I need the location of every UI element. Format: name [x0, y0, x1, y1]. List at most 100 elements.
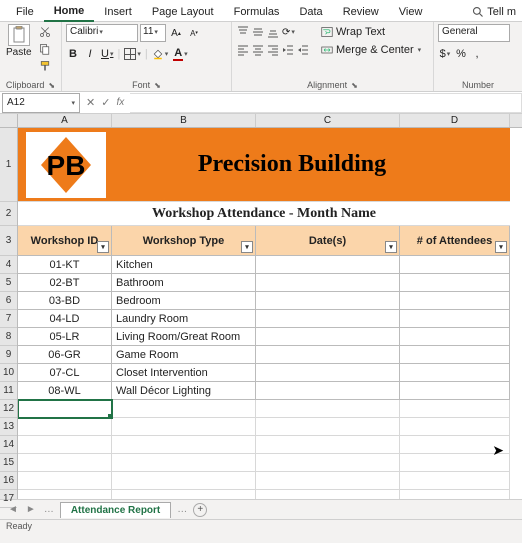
table-cell-attendees[interactable] [400, 346, 510, 364]
table-header-attendees[interactable]: # of Attendees [400, 226, 510, 256]
table-cell-id[interactable]: 08-WL [18, 382, 112, 400]
font-color-button[interactable]: A▾ [172, 46, 188, 62]
table-cell-type[interactable]: Game Room [112, 346, 256, 364]
increase-indent-button[interactable] [296, 42, 310, 58]
sheet-menu-button[interactable]: … [175, 504, 189, 515]
underline-button[interactable]: U▾ [100, 46, 114, 62]
table-cell-attendees[interactable] [400, 274, 510, 292]
cell[interactable] [400, 454, 510, 472]
enter-formula-icon[interactable]: ✓ [101, 96, 110, 109]
align-bottom-button[interactable] [266, 24, 280, 40]
cell[interactable] [112, 436, 256, 454]
row-header[interactable]: 15 [0, 454, 17, 472]
cell[interactable] [256, 454, 400, 472]
table-cell-type[interactable]: Kitchen [112, 256, 256, 274]
column-header[interactable]: C [256, 114, 400, 127]
alignment-launcher-icon[interactable]: ⬊ [351, 81, 358, 90]
font-name-select[interactable]: Calibri▾ [66, 24, 138, 42]
sheet-tab-attendance[interactable]: Attendance Report [60, 502, 171, 518]
tell-me-search[interactable]: Tell m [472, 6, 516, 18]
filter-button[interactable] [241, 241, 253, 253]
cell[interactable] [112, 472, 256, 490]
decrease-font-button[interactable]: A▾ [186, 25, 202, 41]
orientation-button[interactable]: ⟳▾ [281, 24, 296, 40]
row-header[interactable]: 3 [0, 226, 17, 256]
tab-formulas[interactable]: Formulas [224, 3, 290, 21]
cell[interactable] [256, 490, 400, 499]
table-cell-type[interactable]: Wall Décor Lighting [112, 382, 256, 400]
table-cell-id[interactable]: 05-LR [18, 328, 112, 346]
sheet-list-button[interactable]: … [42, 504, 56, 515]
row-header[interactable]: 11 [0, 382, 17, 400]
cancel-formula-icon[interactable]: ✕ [86, 96, 95, 109]
prev-sheet-button[interactable]: ◄ [6, 504, 20, 515]
cell[interactable] [18, 472, 112, 490]
tab-data[interactable]: Data [289, 3, 332, 21]
copy-button[interactable] [38, 41, 52, 57]
wrap-text-button[interactable]: Wrap Text [318, 24, 424, 40]
cut-button[interactable] [38, 24, 52, 40]
cell[interactable] [18, 490, 112, 499]
next-sheet-button[interactable]: ► [24, 504, 38, 515]
table-cell-id[interactable]: 02-BT [18, 274, 112, 292]
paste-button[interactable]: Paste [4, 24, 34, 58]
cell[interactable] [18, 436, 112, 454]
banner-cell[interactable]: PB Precision Building [18, 128, 510, 202]
filter-button[interactable] [495, 241, 507, 253]
cell[interactable] [256, 418, 400, 436]
align-top-button[interactable] [236, 24, 250, 40]
table-cell-type[interactable]: Closet Intervention [112, 364, 256, 382]
increase-font-button[interactable]: A▴ [168, 25, 184, 41]
italic-button[interactable]: I [83, 46, 97, 62]
cell[interactable] [256, 400, 400, 418]
filter-button[interactable] [385, 241, 397, 253]
table-header-id[interactable]: Workshop ID [18, 226, 112, 256]
table-cell-attendees[interactable] [400, 328, 510, 346]
row-header[interactable]: 13 [0, 418, 17, 436]
align-left-button[interactable] [236, 42, 250, 58]
row-header[interactable]: 7 [0, 310, 17, 328]
number-format-select[interactable]: General [438, 24, 510, 42]
cell[interactable] [400, 490, 510, 499]
table-cell-id[interactable]: 04-LD [18, 310, 112, 328]
accounting-format-button[interactable]: $▾ [438, 46, 452, 62]
table-cell-id[interactable]: 06-GR [18, 346, 112, 364]
row-header[interactable]: 6 [0, 292, 17, 310]
tab-page-layout[interactable]: Page Layout [142, 3, 224, 21]
table-cell-attendees[interactable] [400, 382, 510, 400]
merge-center-button[interactable]: Merge & Center ▾ [318, 42, 424, 58]
cell[interactable] [112, 400, 256, 418]
cell[interactable] [256, 472, 400, 490]
table-cell-dates[interactable] [256, 292, 400, 310]
table-cell-dates[interactable] [256, 256, 400, 274]
row-header[interactable]: 4 [0, 256, 17, 274]
tab-file[interactable]: File [6, 3, 44, 21]
comma-format-button[interactable]: , [470, 46, 484, 62]
row-header[interactable]: 9 [0, 346, 17, 364]
table-cell-attendees[interactable] [400, 364, 510, 382]
cell[interactable] [112, 454, 256, 472]
tab-insert[interactable]: Insert [94, 3, 142, 21]
table-header-dates[interactable]: Date(s) [256, 226, 400, 256]
cell[interactable] [400, 436, 510, 454]
borders-button[interactable]: ▾ [123, 46, 142, 62]
bold-button[interactable]: B [66, 46, 80, 62]
align-center-button[interactable] [251, 42, 265, 58]
cell[interactable] [18, 454, 112, 472]
fill-handle[interactable] [108, 414, 112, 418]
clipboard-launcher-icon[interactable]: ⬊ [48, 81, 55, 90]
table-cell-dates[interactable] [256, 328, 400, 346]
cell[interactable] [18, 418, 112, 436]
tab-home[interactable]: Home [44, 2, 95, 22]
format-painter-button[interactable] [38, 58, 52, 74]
font-size-select[interactable]: 11▾ [140, 24, 166, 42]
percent-format-button[interactable]: % [454, 46, 468, 62]
table-cell-id[interactable]: 03-BD [18, 292, 112, 310]
table-cell-type[interactable]: Living Room/Great Room [112, 328, 256, 346]
column-header[interactable]: B [112, 114, 256, 127]
table-header-type[interactable]: Workshop Type [112, 226, 256, 256]
fx-icon[interactable]: fx [116, 97, 124, 108]
tab-view[interactable]: View [389, 3, 433, 21]
row-header[interactable]: 5 [0, 274, 17, 292]
row-header[interactable]: 14 [0, 436, 17, 454]
